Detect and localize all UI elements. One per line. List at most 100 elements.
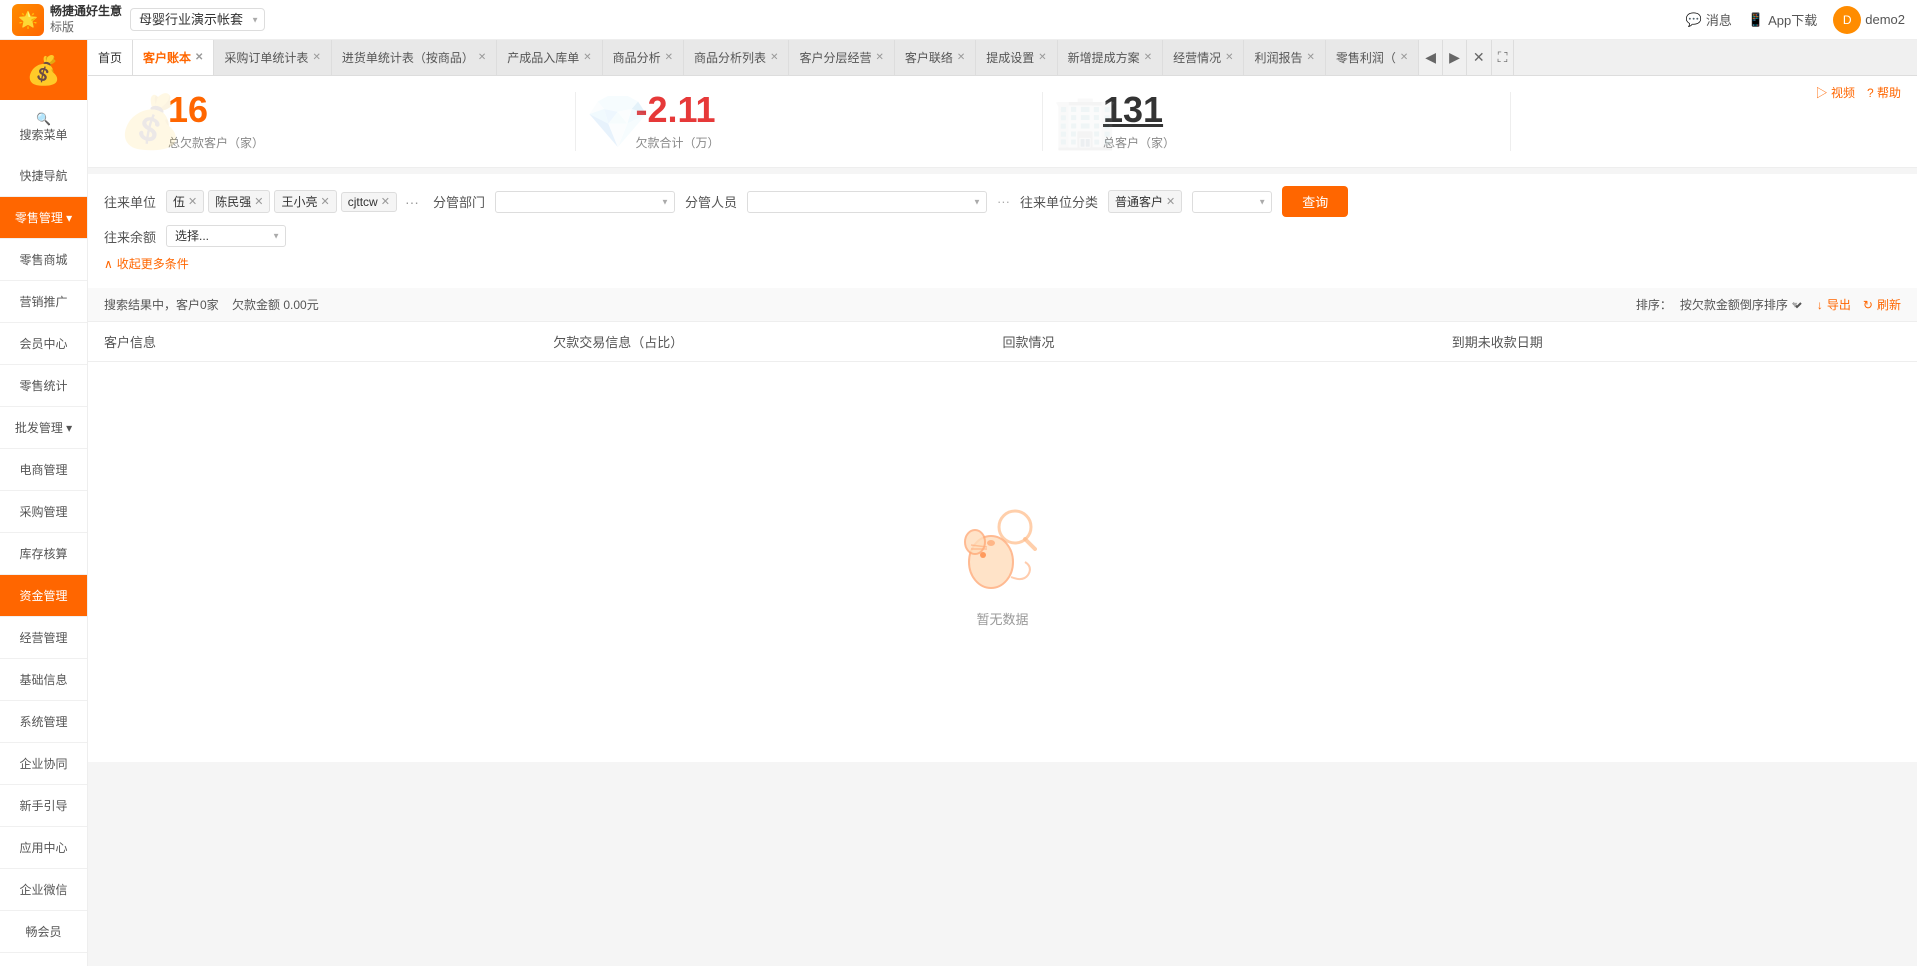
close-icon[interactable]: ✕ — [478, 52, 486, 63]
balance-select[interactable]: 选择... — [166, 225, 286, 247]
sidebar-item-app-center[interactable]: 应用中心 — [0, 827, 87, 869]
sidebar-item-wechat[interactable]: 企业微信 — [0, 869, 87, 911]
filter-tag-normal[interactable]: 普通客户 ✕ — [1108, 190, 1182, 213]
app-download-label: App下载 — [1768, 10, 1817, 29]
top-header: 🌟 畅捷通好生意 标版 母婴行业演示帐套 💬 消息 📱 App下载 D demo… — [0, 0, 1917, 40]
refresh-btn[interactable]: ↻ 刷新 — [1863, 296, 1901, 313]
tab-inbound-stats[interactable]: 进货单统计表（按商品） ✕ — [332, 40, 497, 76]
tab-customer-segments[interactable]: 客户分层经营 ✕ — [789, 40, 894, 76]
tab-product-analysis-label: 商品分析 — [613, 49, 661, 66]
close-icon[interactable]: ✕ — [1307, 52, 1315, 63]
help-btn[interactable]: ? 帮助 — [1867, 84, 1901, 101]
person-select[interactable] — [747, 191, 987, 213]
unit-class-select-wrap[interactable] — [1192, 191, 1272, 213]
sort-select-wrap[interactable]: 按欠款金额倒序排序 — [1676, 297, 1805, 313]
sidebar-item-retail-mgmt[interactable]: 零售管理 ▾ — [0, 197, 87, 239]
result-sort: 排序： 按欠款金额倒序排序 — [1636, 296, 1805, 313]
tab-op-status[interactable]: 经营情况 ✕ — [1163, 40, 1244, 76]
tab-home[interactable]: 首页 — [88, 40, 133, 76]
col-customer-info: 客户信息 — [104, 332, 553, 351]
close-icon[interactable]: ✕ — [583, 52, 591, 63]
logo-icon: 🌟 — [12, 4, 44, 36]
export-btn[interactable]: ↓ 导出 — [1817, 296, 1851, 313]
sidebar-item-basic-info[interactable]: 基础信息 — [0, 659, 87, 701]
user-name: demo2 — [1865, 12, 1905, 27]
sidebar-item-marketing[interactable]: 营销推广 — [0, 281, 87, 323]
sidebar-item-system[interactable]: 系统管理 — [0, 701, 87, 743]
tab-customer-connect[interactable]: 客户联络 ✕ — [895, 40, 976, 76]
tab-scroll-right[interactable]: ▶ — [1443, 40, 1467, 76]
tab-retail-profit[interactable]: 零售利润（ ✕ — [1326, 40, 1419, 76]
result-text: 搜索结果中，客户0家 欠款金额 0.00元 — [104, 296, 319, 313]
close-icon[interactable]: ✕ — [1225, 52, 1233, 63]
message-btn[interactable]: 💬 消息 — [1686, 10, 1732, 29]
more-tags-btn[interactable]: ··· — [401, 192, 423, 212]
sidebar-item-inventory[interactable]: 库存核算 — [0, 533, 87, 575]
sidebar-item-retail-stats[interactable]: 零售统计 — [0, 365, 87, 407]
dept-select-wrap[interactable] — [495, 191, 675, 213]
close-icon[interactable]: ✕ — [875, 52, 883, 63]
person-select-wrap[interactable] — [747, 191, 987, 213]
dept-label: 分管部门 — [433, 192, 485, 211]
sort-select[interactable]: 按欠款金额倒序排序 — [1676, 297, 1805, 313]
tab-production[interactable]: 产成品入库单 ✕ — [497, 40, 602, 76]
filter-tag-chen[interactable]: 陈民强 ✕ — [208, 190, 270, 213]
tab-product-analysis[interactable]: 商品分析 ✕ — [603, 40, 684, 76]
brand-edition: 标版 — [50, 20, 122, 36]
sidebar-item-operation[interactable]: 经营管理 — [0, 617, 87, 659]
tab-profit-report-label: 利润报告 — [1254, 49, 1302, 66]
dept-select[interactable] — [495, 191, 675, 213]
remove-icon[interactable]: ✕ — [254, 195, 263, 208]
remove-icon[interactable]: ✕ — [1166, 195, 1175, 208]
close-icon[interactable]: ✕ — [770, 52, 778, 63]
page-content: ▷ 视频 ? 帮助 💰 16 总欠款客户（家） 💎 -2.11 欠款合计（万） — [88, 76, 1917, 966]
person-label: 分管人员 — [685, 192, 737, 211]
tab-tip-settings[interactable]: 提成设置 ✕ — [976, 40, 1057, 76]
sidebar-item-guide[interactable]: 新手引导 — [0, 785, 87, 827]
close-icon[interactable]: ✕ — [957, 52, 965, 63]
balance-select-wrap[interactable]: 选择... — [166, 225, 286, 247]
collapse-btn[interactable]: ∧ 收起更多条件 — [104, 255, 1901, 272]
demo-selector-wrap[interactable]: 母婴行业演示帐套 — [130, 8, 265, 31]
filter-tag-wang[interactable]: 王小亮 ✕ — [274, 190, 336, 213]
sidebar-item-enterprise[interactable]: 企业协同 — [0, 743, 87, 785]
demo-select[interactable]: 母婴行业演示帐套 — [130, 8, 265, 31]
unit-class-select[interactable] — [1192, 191, 1272, 213]
tab-new-tip-plan[interactable]: 新增提成方案 ✕ — [1058, 40, 1163, 76]
tab-maximize[interactable]: ⛶ — [1492, 40, 1515, 76]
app-download-btn[interactable]: 📱 App下载 — [1748, 10, 1817, 29]
sidebar-item-ecommerce[interactable]: 电商管理 — [0, 449, 87, 491]
tab-profit-report[interactable]: 利润报告 ✕ — [1244, 40, 1325, 76]
person-more[interactable]: ··· — [997, 194, 1010, 209]
close-icon[interactable]: ✕ — [312, 52, 320, 63]
tab-purchase-order-stats[interactable]: 采购订单统计表 ✕ — [214, 40, 331, 76]
tab-scroll-left[interactable]: ◀ — [1419, 40, 1443, 76]
col-overdue-date: 到期未收款日期 — [1452, 332, 1901, 351]
filter-tag-wu[interactable]: 伍 ✕ — [166, 190, 204, 213]
tab-customer-accounts-close[interactable]: ✕ — [195, 52, 203, 63]
query-btn[interactable]: 查询 — [1282, 186, 1348, 217]
close-icon[interactable]: ✕ — [665, 52, 673, 63]
filter-tag-cjttcw[interactable]: cjttcw ✕ — [341, 192, 397, 212]
sidebar-item-wholesale[interactable]: 批发管理 ▾ — [0, 407, 87, 449]
tab-product-analysis-list[interactable]: 商品分析列表 ✕ — [684, 40, 789, 76]
close-icon[interactable]: ✕ — [1400, 52, 1408, 63]
user-menu[interactable]: D demo2 — [1833, 6, 1905, 34]
sidebar-item-purchase[interactable]: 采购管理 — [0, 491, 87, 533]
sidebar-item-finance[interactable]: 资金管理 — [0, 575, 87, 617]
sidebar-search[interactable]: 🔍 搜索菜单 — [0, 100, 87, 155]
close-icon[interactable]: ✕ — [1038, 52, 1046, 63]
remove-icon[interactable]: ✕ — [381, 195, 390, 208]
remove-icon[interactable]: ✕ — [188, 195, 197, 208]
tab-close-all[interactable]: ✕ — [1467, 40, 1492, 76]
sidebar-item-nav[interactable]: 快捷导航 — [0, 155, 87, 197]
filter-row-2: 往来余额 选择... — [104, 225, 1901, 247]
sidebar-item-member[interactable]: 会员中心 — [0, 323, 87, 365]
export-icon: ↓ — [1817, 298, 1823, 312]
close-icon[interactable]: ✕ — [1144, 52, 1152, 63]
sidebar-item-vip[interactable]: 畅会员 — [0, 911, 87, 953]
tab-customer-accounts[interactable]: 客户账本 ✕ — [133, 40, 214, 76]
remove-icon[interactable]: ✕ — [321, 195, 330, 208]
video-btn[interactable]: ▷ 视频 — [1816, 84, 1855, 101]
sidebar-item-retail-shop[interactable]: 零售商城 — [0, 239, 87, 281]
